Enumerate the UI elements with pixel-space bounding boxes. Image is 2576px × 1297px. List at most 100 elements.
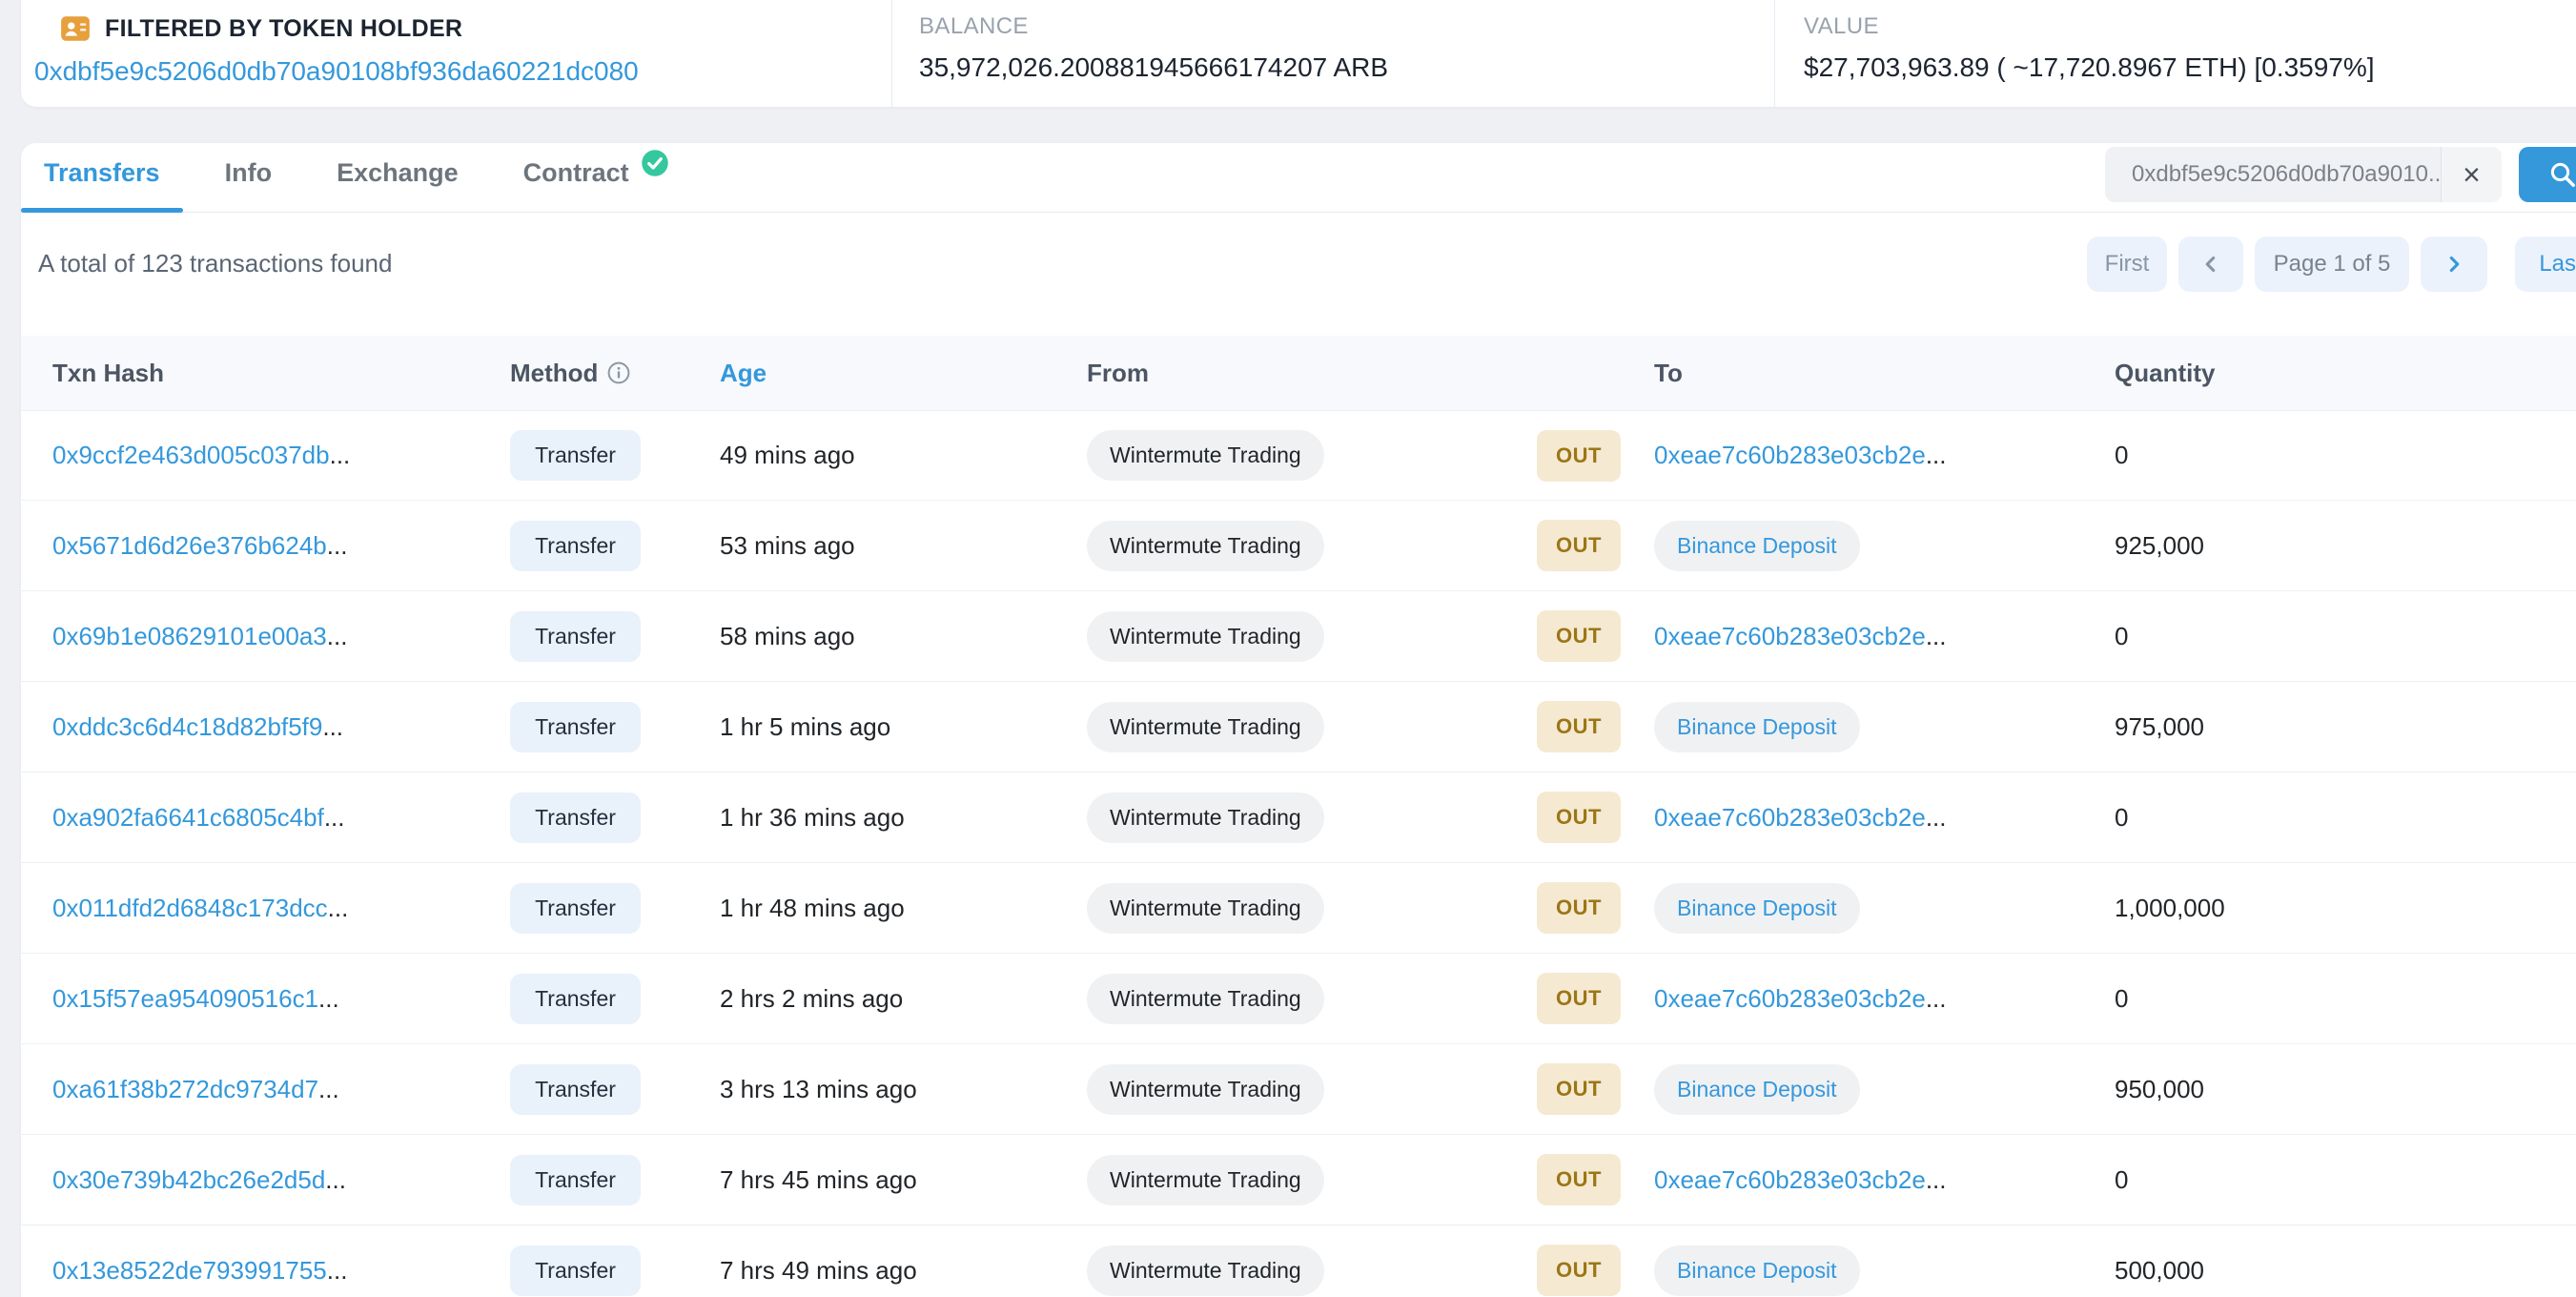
summary-bar: A total of 123 transactions found First … bbox=[21, 213, 2576, 336]
table-row: 0x9ccf2e463d005c037db... Transfer 49 min… bbox=[21, 410, 2576, 501]
token-holder-address-link[interactable]: 0xdbf5e9c5206d0db70a90108bf936da60221dc0… bbox=[34, 56, 639, 87]
table-row: 0x5671d6d26e376b624b... Transfer 53 mins… bbox=[21, 501, 2576, 591]
age-cell: 7 hrs 49 mins ago bbox=[720, 1255, 917, 1285]
direction-badge: OUT bbox=[1537, 520, 1621, 571]
chevron-right-icon bbox=[2442, 252, 2466, 277]
from-address-label[interactable]: Wintermute Trading bbox=[1087, 1154, 1324, 1205]
table-row: 0x13e8522de793991755... Transfer 7 hrs 4… bbox=[21, 1225, 2576, 1297]
age-cell: 1 hr 48 mins ago bbox=[720, 893, 905, 922]
txn-hash-link[interactable]: 0xa61f38b272dc9734d7... bbox=[52, 1075, 339, 1103]
first-page-button[interactable]: First bbox=[2087, 237, 2167, 292]
transfers-card: Transfers Info Exchange Contract 0xdbf5e… bbox=[21, 143, 2576, 1297]
transfers-table: Txn Hash Method Age From To Quantity 0x9… bbox=[21, 336, 2576, 1297]
txn-hash-link[interactable]: 0x011dfd2d6848c173dcc... bbox=[52, 894, 348, 922]
method-badge: Transfer bbox=[510, 1063, 641, 1115]
page-indicator: Page 1 of 5 bbox=[2255, 237, 2409, 292]
table-row: 0xa902fa6641c6805c4bf... Transfer 1 hr 3… bbox=[21, 772, 2576, 863]
to-address-link[interactable]: 0xeae7c60b283e03cb2e... bbox=[1654, 441, 1947, 469]
from-address-label[interactable]: Wintermute Trading bbox=[1087, 520, 1324, 571]
search-icon bbox=[2548, 160, 2576, 189]
quantity-cell: 925,000 bbox=[2115, 530, 2204, 560]
txn-hash-link[interactable]: 0x69b1e08629101e00a3... bbox=[52, 622, 347, 650]
clear-filter-button[interactable]: × bbox=[2441, 147, 2502, 202]
txn-hash-link[interactable]: 0xddc3c6d4c18d82bf5f9... bbox=[52, 712, 343, 741]
txn-hash-link[interactable]: 0xa902fa6641c6805c4bf... bbox=[52, 803, 344, 832]
method-badge: Transfer bbox=[510, 1245, 641, 1296]
age-cell: 3 hrs 13 mins ago bbox=[720, 1074, 917, 1103]
filtered-by-label: FILTERED BY TOKEN HOLDER bbox=[105, 14, 463, 42]
to-address-link[interactable]: Binance Deposit bbox=[1654, 1245, 1860, 1296]
info-icon[interactable] bbox=[606, 360, 631, 385]
filtered-holder-section: FILTERED BY TOKEN HOLDER 0xdbf5e9c5206d0… bbox=[21, 0, 891, 107]
to-address-link[interactable]: 0xeae7c60b283e03cb2e... bbox=[1654, 803, 1947, 832]
token-transfers-page: FILTERED BY TOKEN HOLDER 0xdbf5e9c5206d0… bbox=[0, 0, 2576, 1297]
method-badge: Transfer bbox=[510, 520, 641, 571]
balance-label: BALANCE bbox=[919, 13, 1029, 39]
txn-hash-link[interactable]: 0x5671d6d26e376b624b... bbox=[52, 531, 347, 560]
quantity-cell: 1,000,000 bbox=[2115, 893, 2225, 922]
quantity-cell: 0 bbox=[2115, 441, 2129, 469]
table-row: 0xa61f38b272dc9734d7... Transfer 3 hrs 1… bbox=[21, 1044, 2576, 1135]
next-page-button[interactable] bbox=[2421, 237, 2487, 292]
age-cell: 53 mins ago bbox=[720, 530, 855, 560]
method-badge: Transfer bbox=[510, 1154, 641, 1205]
quantity-cell: 0 bbox=[2115, 802, 2129, 832]
quantity-cell: 500,000 bbox=[2115, 1255, 2204, 1285]
token-holder-icon bbox=[59, 12, 92, 45]
quantity-cell: 975,000 bbox=[2115, 711, 2204, 741]
column-header-txn-hash: Txn Hash bbox=[52, 358, 165, 387]
to-address-link[interactable]: 0xeae7c60b283e03cb2e... bbox=[1654, 984, 1947, 1013]
balance-value: 35,972,026.200881945666174207 ARB bbox=[919, 52, 1389, 82]
tab-info[interactable]: Info bbox=[202, 143, 295, 202]
to-address-link[interactable]: 0xeae7c60b283e03cb2e... bbox=[1654, 622, 1947, 650]
from-address-label[interactable]: Wintermute Trading bbox=[1087, 882, 1324, 934]
table-body: 0x9ccf2e463d005c037db... Transfer 49 min… bbox=[21, 410, 2576, 1297]
tab-transfers[interactable]: Transfers bbox=[21, 143, 183, 213]
token-holder-summary-card: FILTERED BY TOKEN HOLDER 0xdbf5e9c5206d0… bbox=[21, 0, 2576, 107]
verified-check-icon bbox=[641, 149, 669, 177]
table-row: 0x30e739b42bc26e2d5d... Transfer 7 hrs 4… bbox=[21, 1135, 2576, 1225]
address-filter-input[interactable]: 0xdbf5e9c5206d0db70a9010... bbox=[2105, 147, 2441, 202]
balance-section: BALANCE 35,972,026.200881945666174207 AR… bbox=[891, 0, 1774, 107]
method-badge: Transfer bbox=[510, 610, 641, 662]
column-header-quantity: Quantity bbox=[2115, 358, 2216, 387]
from-address-label[interactable]: Wintermute Trading bbox=[1087, 792, 1324, 843]
table-header-row: Txn Hash Method Age From To Quantity bbox=[21, 336, 2576, 410]
from-address-label[interactable]: Wintermute Trading bbox=[1087, 701, 1324, 752]
to-address-link[interactable]: Binance Deposit bbox=[1654, 520, 1860, 571]
to-address-link[interactable]: 0xeae7c60b283e03cb2e... bbox=[1654, 1165, 1947, 1194]
from-address-label[interactable]: Wintermute Trading bbox=[1087, 1063, 1324, 1115]
age-cell: 7 hrs 45 mins ago bbox=[720, 1164, 917, 1194]
method-badge: Transfer bbox=[510, 792, 641, 843]
direction-badge: OUT bbox=[1537, 1154, 1621, 1205]
method-badge: Transfer bbox=[510, 430, 641, 481]
tab-exchange[interactable]: Exchange bbox=[314, 143, 481, 202]
address-filter-group: 0xdbf5e9c5206d0db70a9010... × bbox=[2105, 147, 2576, 202]
tab-contract[interactable]: Contract bbox=[501, 143, 692, 202]
to-address-link[interactable]: Binance Deposit bbox=[1654, 1063, 1860, 1115]
to-address-link[interactable]: Binance Deposit bbox=[1654, 882, 1860, 934]
to-address-link[interactable]: Binance Deposit bbox=[1654, 701, 1860, 752]
direction-badge: OUT bbox=[1537, 792, 1621, 843]
table-row: 0xddc3c6d4c18d82bf5f9... Transfer 1 hr 5… bbox=[21, 682, 2576, 772]
age-cell: 1 hr 5 mins ago bbox=[720, 711, 891, 741]
last-page-button[interactable]: Last bbox=[2515, 237, 2576, 292]
quantity-cell: 950,000 bbox=[2115, 1074, 2204, 1103]
quantity-cell: 0 bbox=[2115, 621, 2129, 650]
txn-hash-link[interactable]: 0x30e739b42bc26e2d5d... bbox=[52, 1165, 346, 1194]
txn-hash-link[interactable]: 0x13e8522de793991755... bbox=[52, 1256, 347, 1285]
age-cell: 1 hr 36 mins ago bbox=[720, 802, 905, 832]
previous-page-button[interactable] bbox=[2178, 237, 2243, 292]
value-section: VALUE $27,703,963.89 ( ~17,720.8967 ETH)… bbox=[1774, 0, 2576, 107]
from-address-label[interactable]: Wintermute Trading bbox=[1087, 610, 1324, 662]
from-address-label[interactable]: Wintermute Trading bbox=[1087, 1245, 1324, 1296]
method-badge: Transfer bbox=[510, 701, 641, 752]
from-address-label[interactable]: Wintermute Trading bbox=[1087, 973, 1324, 1024]
column-header-age[interactable]: Age bbox=[720, 359, 1087, 388]
txn-hash-link[interactable]: 0x15f57ea954090516c1... bbox=[52, 984, 339, 1013]
search-button[interactable] bbox=[2519, 147, 2576, 202]
direction-badge: OUT bbox=[1537, 429, 1621, 482]
quantity-cell: 0 bbox=[2115, 983, 2129, 1013]
txn-hash-link[interactable]: 0x9ccf2e463d005c037db... bbox=[52, 441, 350, 469]
from-address-label[interactable]: Wintermute Trading bbox=[1087, 430, 1324, 481]
